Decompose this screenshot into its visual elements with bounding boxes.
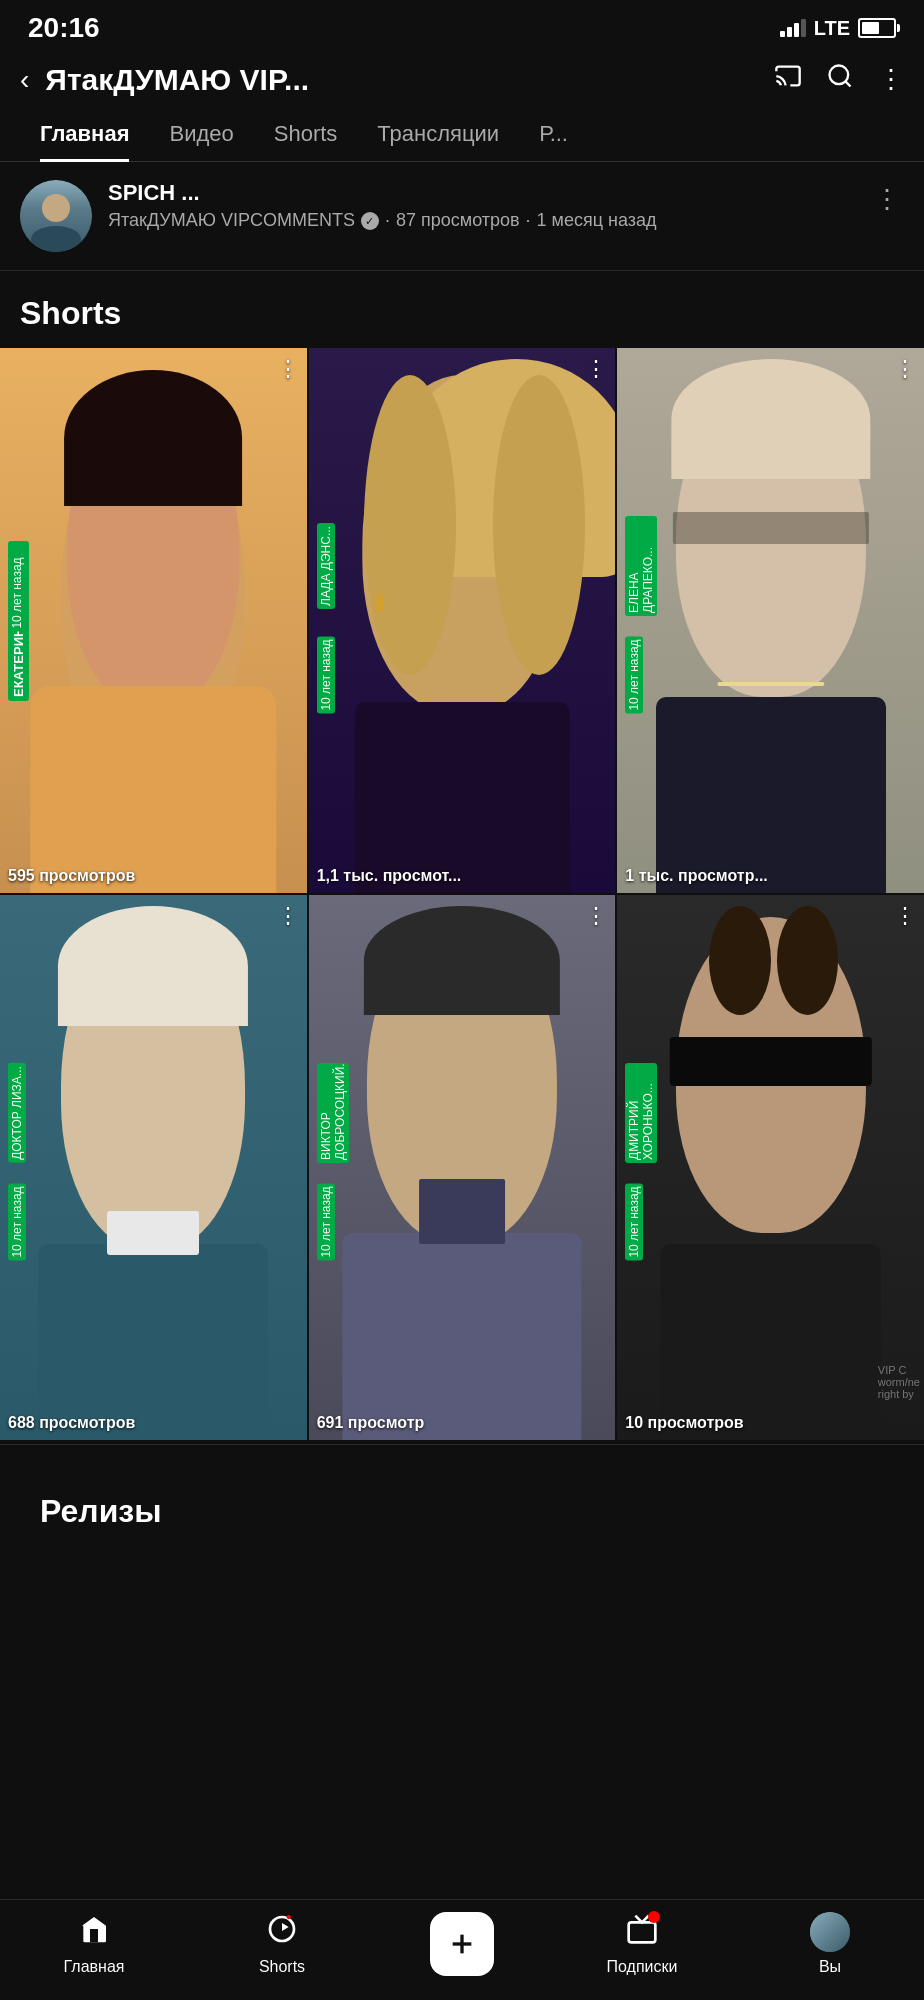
card-menu-2[interactable]: ⋮	[585, 356, 607, 382]
shorts-icon	[266, 1913, 298, 1952]
card-menu-1[interactable]: ⋮	[277, 356, 299, 382]
bottom-nav-subscriptions[interactable]: Подписки	[602, 1913, 682, 1976]
avatar-image	[20, 180, 92, 252]
lte-label: LTE	[814, 17, 850, 40]
vertical-label-4: ДОКТОР ЛИЗА...	[8, 1063, 26, 1163]
releases-section-title: Релизы	[20, 1469, 904, 1546]
card-menu-4[interactable]: ⋮	[277, 903, 299, 929]
bottom-nav-shorts[interactable]: Shorts	[242, 1913, 322, 1976]
signal-bar-2	[787, 27, 792, 37]
status-icons: LTE	[780, 17, 896, 40]
time-label-2: 10 лет назад	[317, 637, 335, 714]
view-count-2: 1,1 тыс. просмот...	[317, 867, 462, 885]
video-card-3[interactable]: ⋮ ЕЛЕНА ДРАПЕКО... 10 лет назад 1 тыс. п…	[617, 348, 924, 893]
vertical-label-2: ЛАДА ДЭНС...	[317, 523, 335, 609]
tab-more[interactable]: Р...	[519, 107, 588, 161]
card-menu-3[interactable]: ⋮	[894, 356, 916, 382]
bottom-nav-home[interactable]: Главная	[54, 1913, 134, 1976]
shorts-section-title: Shorts	[0, 271, 924, 348]
verified-icon	[361, 212, 379, 230]
channel-more-button[interactable]: ⋮	[870, 180, 904, 219]
video-card-6[interactable]: VIP Cworm/neright by ⋮ ДМИТРИЙ ХОРОНЬКО.…	[617, 895, 924, 1440]
channel-info: SPICH ... ЯтакДУМАЮ VIPCOMMENTS · 87 про…	[0, 162, 924, 271]
view-count-5: 691 просмотр	[317, 1414, 425, 1432]
svg-point-1	[830, 66, 849, 85]
profile-avatar	[810, 1912, 850, 1952]
search-icon[interactable]	[826, 62, 854, 97]
watermark-6: VIP Cworm/neright by	[878, 1364, 920, 1400]
battery-icon	[858, 18, 896, 38]
thumb-2	[309, 348, 616, 893]
video-card-5[interactable]: ⋮ ВИКТОР ДОБРОСОЦКИЙ... 10 лет назад 691…	[309, 895, 616, 1440]
svg-rect-5	[629, 1922, 656, 1942]
notification-dot	[648, 1911, 660, 1923]
thumb-4	[0, 895, 307, 1440]
thumb-1	[0, 348, 307, 893]
bottom-nav-profile[interactable]: Вы	[790, 1912, 870, 1976]
video-card-1[interactable]: ⋮ ЕКАТЕРИНА ЖЕМЧУЖНАЯ... 10 лет назад 59…	[0, 348, 307, 893]
vertical-label-6: ДМИТРИЙ ХОРОНЬКО...	[625, 1063, 657, 1163]
nav-icons: ⋮	[774, 62, 904, 97]
signal-bar-3	[794, 23, 799, 37]
status-time: 20:16	[28, 12, 100, 44]
channel-sub: ЯтакДУМАЮ VIPCOMMENTS · 87 просмотров · …	[108, 210, 854, 231]
signal-bar-4	[801, 19, 806, 37]
channel-name: SPICH ...	[108, 180, 854, 206]
time-label-3: 10 лет назад	[625, 637, 643, 714]
tab-streams[interactable]: Трансляции	[357, 107, 519, 161]
view-count-6: 10 просмотров	[625, 1414, 743, 1432]
thumb-5	[309, 895, 616, 1440]
back-button[interactable]: ‹	[20, 64, 29, 96]
video-card-4[interactable]: ⋮ ДОКТОР ЛИЗА... 10 лет назад 688 просмо…	[0, 895, 307, 1440]
video-card-2[interactable]: ⋮ ЛАДА ДЭНС... 10 лет назад 1,1 тыс. про…	[309, 348, 616, 893]
card-menu-5[interactable]: ⋮	[585, 903, 607, 929]
tab-bar: Главная Видео Shorts Трансляции Р...	[0, 107, 924, 162]
bottom-nav-home-label: Главная	[64, 1958, 125, 1976]
signal-bar-1	[780, 31, 785, 37]
bottom-nav-subscriptions-label: Подписки	[607, 1958, 678, 1976]
channel-details: SPICH ... ЯтакДУМАЮ VIPCOMMENTS · 87 про…	[108, 180, 854, 231]
cast-icon[interactable]	[774, 62, 802, 97]
tab-shorts[interactable]: Shorts	[254, 107, 358, 161]
svg-line-2	[845, 81, 850, 86]
avatar	[20, 180, 92, 252]
status-bar: 20:16 LTE	[0, 0, 924, 52]
vertical-label-3: ЕЛЕНА ДРАПЕКО...	[625, 516, 657, 616]
vertical-label-5: ВИКТОР ДОБРОСОЦКИЙ...	[317, 1063, 349, 1163]
time-label-6: 10 лет назад	[625, 1184, 643, 1261]
battery-fill	[862, 22, 879, 34]
releases-section: Релизы	[0, 1444, 924, 1562]
subscriptions-icon-wrapper	[626, 1913, 658, 1952]
bottom-nav-profile-label: Вы	[819, 1958, 841, 1976]
time-label-5: 10 лет назад	[317, 1184, 335, 1261]
view-count-1: 595 просмотров	[8, 867, 135, 885]
time-label-1: 10 лет назад	[8, 555, 26, 632]
bottom-nav-shorts-label: Shorts	[259, 1958, 305, 1976]
view-count-4: 688 просмотров	[8, 1414, 135, 1432]
more-icon[interactable]: ⋮	[878, 64, 904, 95]
thumb-3	[617, 348, 924, 893]
home-icon	[78, 1913, 110, 1952]
tab-home[interactable]: Главная	[20, 107, 149, 161]
bottom-nav: Главная Shorts П	[0, 1899, 924, 2000]
shorts-grid: ⋮ ЕКАТЕРИНА ЖЕМЧУЖНАЯ... 10 лет назад 59…	[0, 348, 924, 1440]
time-label-4: 10 лет назад	[8, 1184, 26, 1261]
add-button[interactable]	[430, 1912, 494, 1976]
page-title: ЯтакДУМАЮ VIP...	[45, 63, 758, 97]
top-nav: ‹ ЯтакДУМАЮ VIP... ⋮	[0, 52, 924, 107]
view-count-3: 1 тыс. просмотр...	[625, 867, 767, 885]
thumb-6: VIP Cworm/neright by	[617, 895, 924, 1440]
card-menu-6[interactable]: ⋮	[894, 903, 916, 929]
signal-bars-icon	[780, 19, 806, 37]
tab-video[interactable]: Видео	[149, 107, 253, 161]
